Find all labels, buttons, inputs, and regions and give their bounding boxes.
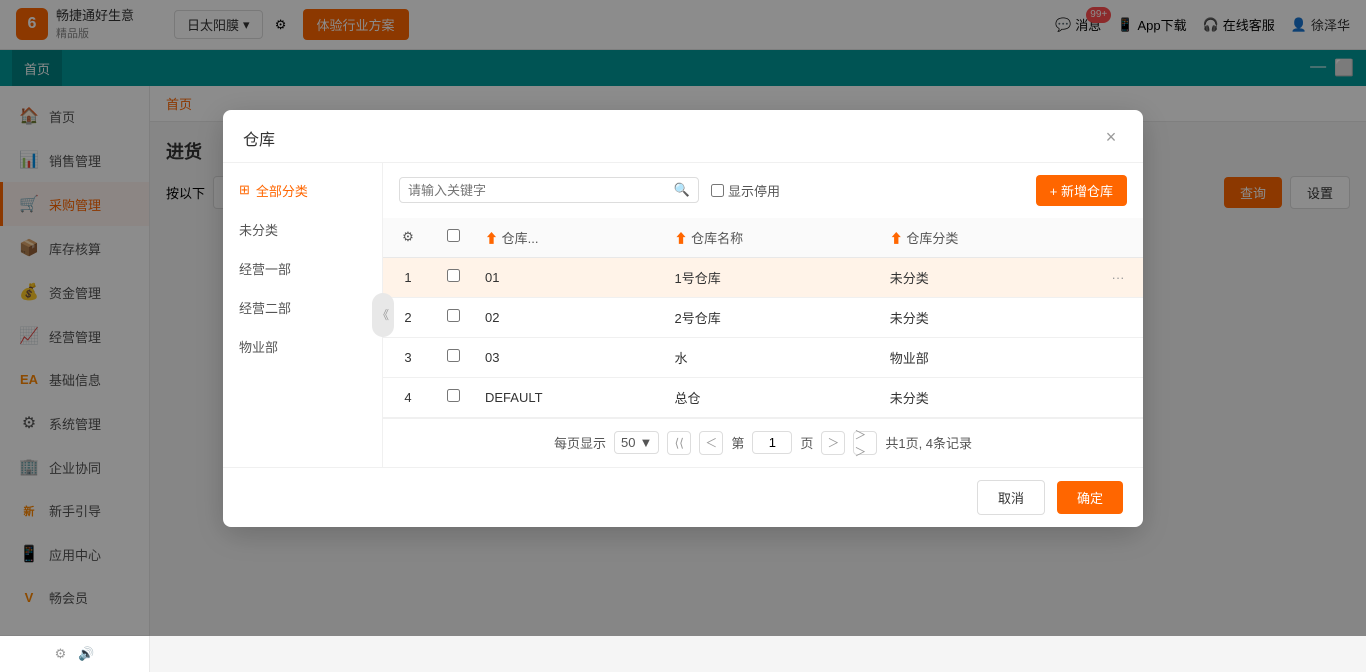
dialog-title: 仓库: [243, 126, 275, 150]
col-action-header: [1093, 218, 1143, 258]
row-select-3[interactable]: [447, 349, 460, 362]
dialog-footer: 取消 确定: [223, 467, 1143, 527]
row-category-4: 未分类: [878, 377, 1093, 417]
close-icon[interactable]: ×: [1099, 126, 1123, 150]
total-records: 共1页, 4条记录: [885, 433, 972, 452]
row-code-3: 03: [473, 337, 662, 377]
row-name-2: 2号仓库: [662, 297, 877, 337]
table-toolbar: 🔍 显示停用 + 新增仓库: [383, 163, 1143, 218]
row-num-4: 4: [383, 377, 433, 417]
dialog-overlay: 仓库 × ⊞ 全部分类 未分类 经营一部 经营二部 物业部 《: [0, 0, 1366, 636]
per-page-label: 每页显示: [554, 433, 606, 452]
per-page-select[interactable]: 50 ▼: [614, 431, 659, 454]
page-suffix: 页: [800, 433, 813, 452]
cat-item-ops2[interactable]: 经营二部: [223, 288, 382, 327]
warehouse-dialog: 仓库 × ⊞ 全部分类 未分类 经营一部 经营二部 物业部 《: [223, 110, 1143, 527]
col-category-header: ⬆ 仓库分类: [878, 218, 1093, 258]
settings-bottom-icon[interactable]: ⚙: [55, 646, 67, 662]
table-row[interactable]: 2 02 2号仓库 未分类: [383, 297, 1143, 337]
row-action-2: [1093, 297, 1143, 337]
table-row[interactable]: 4 DEFAULT 总仓 未分类: [383, 377, 1143, 417]
show-disabled-checkbox[interactable]: [711, 184, 724, 197]
pagination: 每页显示 50 ▼ ⟨⟨ ＜ 第 页 ＞ ＞＞ 共1页, 4条记录: [383, 418, 1143, 467]
table-area: 🔍 显示停用 + 新增仓库 ⚙: [383, 163, 1143, 467]
per-page-chevron-icon: ▼: [639, 435, 652, 450]
table-head: ⚙ ⬆ 仓库... ⬆: [383, 218, 1143, 258]
show-disabled-label[interactable]: 显示停用: [711, 181, 780, 200]
row-category-2: 未分类: [878, 297, 1093, 337]
row-action-1: ···: [1093, 257, 1143, 297]
search-icon[interactable]: 🔍: [674, 182, 690, 198]
row-checkbox-4: [433, 377, 473, 417]
row-category-1: 未分类: [878, 257, 1093, 297]
row-category-3: 物业部: [878, 337, 1093, 377]
table-row[interactable]: 1 01 1号仓库 未分类 ···: [383, 257, 1143, 297]
row-select-1[interactable]: [447, 269, 460, 282]
next-page-button[interactable]: ＞: [821, 431, 845, 455]
col-settings-header: ⚙: [383, 218, 433, 258]
row-action-3: [1093, 337, 1143, 377]
prev-page-button[interactable]: ＜: [699, 431, 723, 455]
col-checkbox-header: [433, 218, 473, 258]
collapse-button[interactable]: 《: [372, 293, 394, 337]
first-page-button[interactable]: ⟨⟨: [667, 431, 691, 455]
confirm-button[interactable]: 确定: [1057, 481, 1123, 514]
warehouse-table: ⚙ ⬆ 仓库... ⬆: [383, 218, 1143, 418]
table-container: ⚙ ⬆ 仓库... ⬆: [383, 218, 1143, 418]
cat-item-property[interactable]: 物业部: [223, 327, 382, 366]
more-icon-1[interactable]: ···: [1112, 270, 1125, 285]
col-name-header: ⬆ 仓库名称: [662, 218, 877, 258]
row-name-4: 总仓: [662, 377, 877, 417]
row-checkbox-1: [433, 257, 473, 297]
row-code-4: DEFAULT: [473, 377, 662, 417]
select-all-checkbox[interactable]: [447, 229, 460, 242]
dialog-header: 仓库 ×: [223, 110, 1143, 163]
table-body: 1 01 1号仓库 未分类 ···: [383, 257, 1143, 417]
col-code-header: ⬆ 仓库...: [473, 218, 662, 258]
all-categories-label: 全部分类: [256, 181, 308, 200]
name-sort-icon: ⬆: [674, 231, 687, 246]
search-input[interactable]: [408, 183, 670, 198]
row-num-3: 3: [383, 337, 433, 377]
row-num-1: 1: [383, 257, 433, 297]
last-page-button[interactable]: ＞＞: [853, 431, 877, 455]
all-categories[interactable]: ⊞ 全部分类: [223, 171, 382, 210]
row-select-2[interactable]: [447, 309, 460, 322]
row-action-4: [1093, 377, 1143, 417]
sidebar-bottom: ⚙ 🔊: [0, 635, 149, 672]
per-page-value: 50: [621, 435, 635, 450]
dialog-body: ⊞ 全部分类 未分类 经营一部 经营二部 物业部 《 🔍: [223, 163, 1143, 467]
row-select-4[interactable]: [447, 389, 460, 402]
cat-item-ops1[interactable]: 经营一部: [223, 249, 382, 288]
speaker-icon[interactable]: 🔊: [78, 646, 94, 662]
col-settings-icon: ⚙: [402, 229, 414, 244]
row-name-1: 1号仓库: [662, 257, 877, 297]
row-name-3: 水: [662, 337, 877, 377]
category-sidebar: ⊞ 全部分类 未分类 经营一部 经营二部 物业部 《: [223, 163, 383, 467]
table-header-row: ⚙ ⬆ 仓库... ⬆: [383, 218, 1143, 258]
page-number-input[interactable]: [752, 431, 792, 454]
sort-icon: ⬆: [485, 231, 498, 246]
cat-item-uncategorized[interactable]: 未分类: [223, 210, 382, 249]
grid-icon: ⊞: [239, 182, 250, 198]
cat-sort-icon: ⬆: [890, 231, 903, 246]
row-code-2: 02: [473, 297, 662, 337]
row-checkbox-2: [433, 297, 473, 337]
add-warehouse-button[interactable]: + 新增仓库: [1036, 175, 1127, 206]
row-code-1: 01: [473, 257, 662, 297]
search-box: 🔍: [399, 177, 699, 203]
cancel-button[interactable]: 取消: [977, 480, 1045, 515]
page-label: 第: [731, 433, 744, 452]
row-checkbox-3: [433, 337, 473, 377]
table-row[interactable]: 3 03 水 物业部: [383, 337, 1143, 377]
